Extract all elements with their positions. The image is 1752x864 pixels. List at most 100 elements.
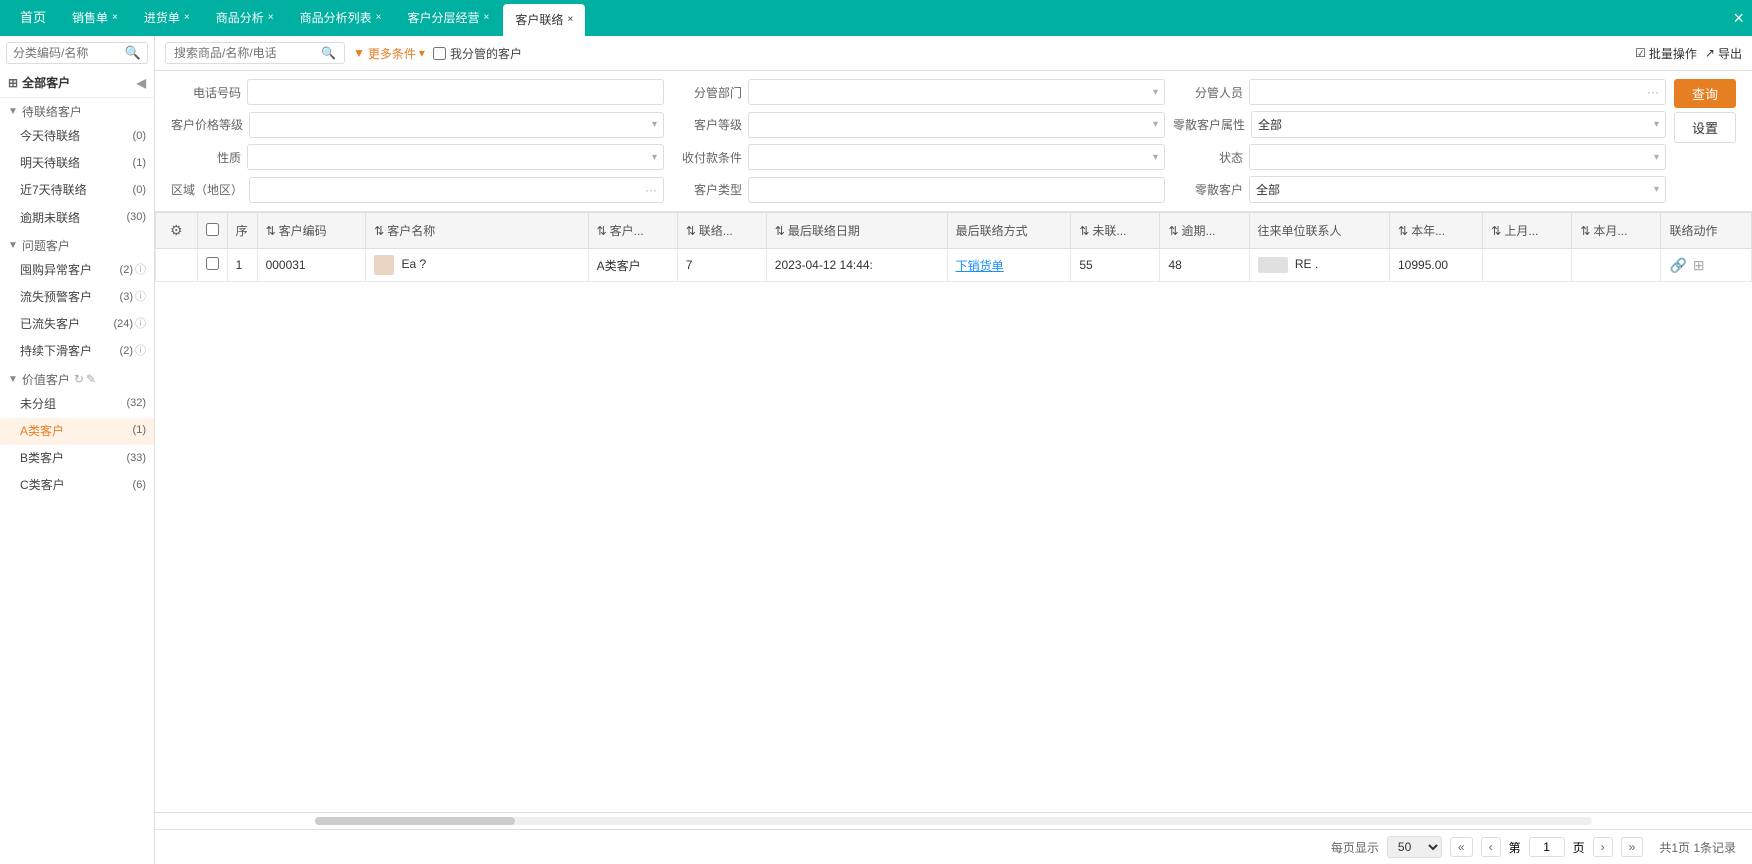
nav-customer-contact[interactable]: 客户联络 × (503, 4, 585, 36)
refresh-icon[interactable]: ↻ (74, 372, 84, 386)
last-contact-link[interactable]: 下销货单 (956, 259, 1004, 273)
sort-icon-2: ⇅ (374, 224, 384, 238)
customer-grade-select[interactable]: ▾ (748, 112, 1165, 138)
nav-home[interactable]: 首页 (8, 0, 58, 36)
nature-select[interactable]: ▾ (247, 144, 664, 170)
per-page-select[interactable]: 50 100 200 (1387, 836, 1442, 858)
row-contact-person: RE . (1249, 249, 1389, 282)
chevron-icon-8: ▾ (1654, 184, 1659, 195)
arrow-icon-2: ▼ (8, 240, 18, 251)
collapse-sidebar-icon[interactable]: ◀ (137, 76, 146, 90)
arrow-icon: ▼ (8, 106, 18, 117)
query-button[interactable]: 查询 (1674, 79, 1736, 108)
row-type: A类客户 (588, 249, 677, 282)
action-grid-icon[interactable]: ⊞ (1693, 257, 1705, 274)
customer-type-input[interactable] (748, 177, 1165, 203)
close-sales-icon[interactable]: × (112, 0, 118, 36)
chevron-icon: ▾ (1153, 87, 1158, 98)
th-this-month: ⇅ 本月... (1572, 213, 1661, 249)
th-name: ⇅ 客户名称 (366, 213, 588, 249)
th-action: 联络动作 (1661, 213, 1752, 249)
nav-purchase[interactable]: 进货单 × (132, 0, 202, 36)
more-filters-button[interactable]: ▼ 更多条件 ▾ (353, 45, 425, 62)
select-all-checkbox[interactable] (206, 223, 219, 236)
content-area: 🔍 ▼ 更多条件 ▾ 我分管的客户 ☑ 批量操作 ↗ 导出 (155, 36, 1752, 864)
retail-attr-select[interactable]: 全部 ▾ (1251, 111, 1666, 138)
chevron-icon-2: ▾ (652, 119, 657, 130)
price-grade-select[interactable]: ▾ (249, 112, 664, 138)
first-page-button[interactable]: « (1450, 837, 1473, 857)
close-purchase-icon[interactable]: × (184, 0, 190, 36)
pagination: 每页显示 50 100 200 « ‹ 第 页 › » 共1页 1条记录 (155, 829, 1752, 864)
checkbox-icon: ☑ (1635, 46, 1646, 60)
chevron-icon-4: ▾ (1654, 119, 1659, 130)
payment-label: 收付款条件 (672, 149, 742, 166)
th-last-contact-method: 最后联络方式 (947, 213, 1071, 249)
group-problem-customers[interactable]: ▼ 问题客户 (0, 232, 154, 257)
region-input[interactable]: ··· (249, 177, 664, 203)
status-select[interactable]: ▾ (1249, 144, 1666, 170)
sidebar-item-7days-contact[interactable]: 近7天待联络 (0) (0, 177, 154, 204)
export-button[interactable]: ↗ 导出 (1705, 45, 1742, 62)
row-overdue: 48 (1160, 249, 1249, 282)
table-settings-button[interactable]: ⚙ (164, 220, 189, 241)
page-label: 第 (1509, 839, 1521, 856)
group-value-customers[interactable]: ▼ 价值客户 ↻ ✎ (0, 366, 154, 391)
sort-icon-10: ⇅ (1580, 224, 1590, 238)
nature-label: 性质 (171, 149, 241, 166)
next-page-button[interactable]: › (1593, 837, 1613, 857)
sidebar-item-unclassified[interactable]: 未分组 (32) (0, 391, 154, 418)
sidebar-item-churn-warning[interactable]: 流失预警客户 (3) ⓘ (0, 284, 154, 311)
sidebar-search-input[interactable] (13, 46, 125, 60)
sidebar-item-churned[interactable]: 已流失客户 (24) ⓘ (0, 311, 154, 338)
chevron-down-icon: ▾ (419, 46, 425, 60)
nav-analysis-list[interactable]: 商品分析列表 × (288, 0, 394, 36)
page-input[interactable] (1529, 837, 1565, 857)
sidebar-item-today-contact[interactable]: 今天待联络 (0) (0, 123, 154, 150)
sort-icon-9: ⇅ (1491, 224, 1501, 238)
phone-input[interactable] (247, 79, 664, 105)
all-customers-header[interactable]: ⊞ 全部客户 ◀ (0, 68, 154, 98)
sidebar-item-c-class[interactable]: C类客户 (6) (0, 472, 154, 499)
sidebar-item-overdue-contact[interactable]: 逾期未联络 (30) (0, 205, 154, 232)
settings-button[interactable]: 设置 (1674, 112, 1736, 143)
action-link-icon[interactable]: 🔗 (1669, 257, 1686, 274)
row-name: Ea ? (366, 249, 588, 282)
filter-cell-nature: 性质 ▾ (171, 144, 664, 170)
sidebar-item-b-class[interactable]: B类客户 (33) (0, 445, 154, 472)
group-pending-contact[interactable]: ▼ 待联络客户 (0, 98, 154, 123)
dept-select[interactable]: ▾ (748, 79, 1165, 105)
nav-customer-tier[interactable]: 客户分层经营 × (395, 0, 501, 36)
close-analysis-list-icon[interactable]: × (376, 0, 382, 36)
last-page-button[interactable]: » (1621, 837, 1644, 857)
close-all-tabs-button[interactable]: × (1733, 8, 1744, 29)
close-analysis-icon[interactable]: × (268, 0, 274, 36)
person-input[interactable]: ··· (1249, 79, 1666, 105)
filter-row-4: 区域（地区） ··· 客户类型 零散客户 (171, 176, 1666, 203)
row-checkbox[interactable] (206, 257, 219, 270)
info-icon-1: ⓘ (135, 262, 146, 280)
horizontal-scrollbar-area (155, 812, 1752, 829)
nav-analysis[interactable]: 商品分析 × (204, 0, 286, 36)
close-customer-tier-icon[interactable]: × (483, 0, 489, 36)
my-customers-checkbox[interactable] (433, 47, 446, 60)
horizontal-scrollbar-track[interactable] (315, 817, 1592, 825)
row-contact: 7 (677, 249, 766, 282)
grid-icon: ⊞ (8, 76, 18, 90)
close-customer-contact-icon[interactable]: × (567, 4, 573, 36)
batch-operation-button[interactable]: ☑ 批量操作 (1635, 45, 1697, 62)
prev-page-button[interactable]: ‹ (1481, 837, 1501, 857)
sidebar-item-a-class[interactable]: A类客户 (1) (0, 418, 154, 445)
nav-sales[interactable]: 销售单 × (60, 0, 130, 36)
th-last-month: ⇅ 上月... (1483, 213, 1572, 249)
my-customers-checkbox-label[interactable]: 我分管的客户 (433, 45, 522, 62)
payment-select[interactable]: ▾ (748, 144, 1165, 170)
sidebar-item-declining[interactable]: 持续下滑客户 (2) ⓘ (0, 338, 154, 365)
filter-cell-phone: 电话号码 (171, 79, 664, 105)
horizontal-scrollbar-thumb[interactable] (315, 817, 515, 825)
edit-group-icon[interactable]: ✎ (86, 372, 96, 386)
retail-customer-select[interactable]: 全部 ▾ (1249, 176, 1666, 203)
sidebar-item-tomorrow-contact[interactable]: 明天待联络 (1) (0, 150, 154, 177)
sidebar-item-abnormal[interactable]: 囤购异常客户 (2) ⓘ (0, 257, 154, 284)
filter-search-input[interactable] (174, 46, 321, 60)
